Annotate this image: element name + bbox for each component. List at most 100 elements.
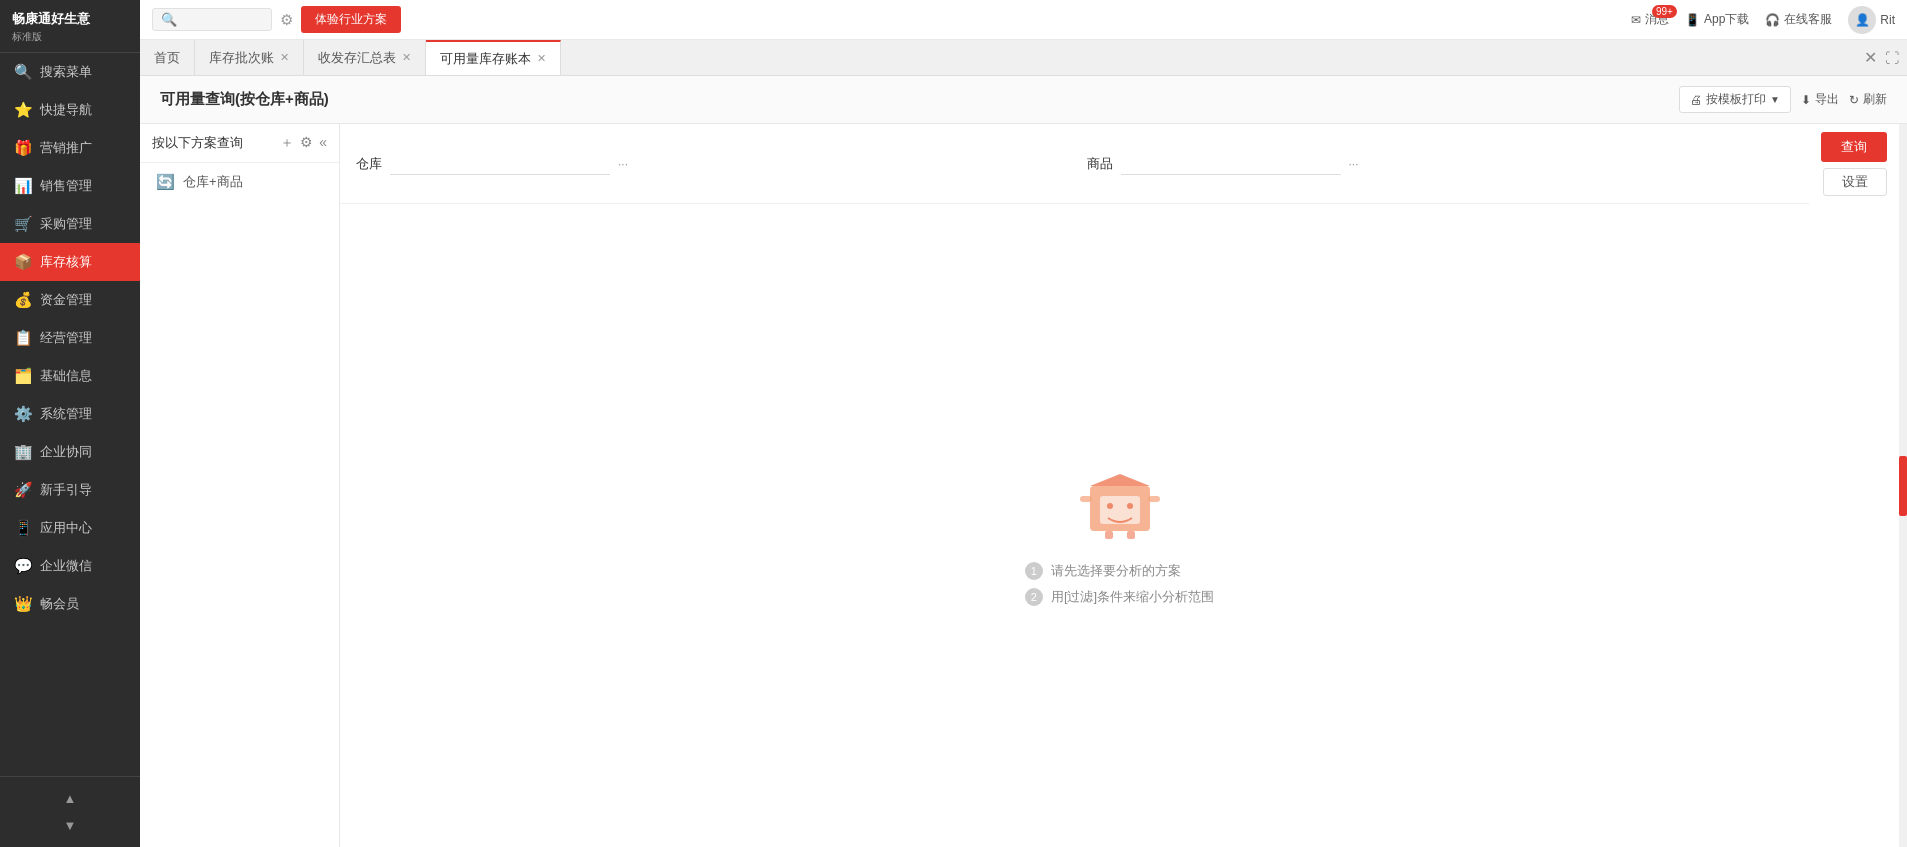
folder-icon: 🗂️ [14, 367, 32, 385]
tab-available-qty[interactable]: 可用量库存账本 ✕ [426, 40, 561, 75]
tab-batch-account-close[interactable]: ✕ [280, 51, 289, 64]
sidebar-item-quick-nav[interactable]: ⭐ 快捷导航 [0, 91, 140, 129]
sidebar-item-purchase[interactable]: 🛒 采购管理 [0, 205, 140, 243]
left-panel: 按以下方案查询 ＋ ⚙ « 🔄 仓库+商品 [140, 124, 340, 847]
sidebar-label-system: 系统管理 [40, 405, 92, 423]
online-service-btn[interactable]: 🎧 在线客服 [1765, 11, 1832, 28]
collapse-panel-btn[interactable]: « [319, 134, 327, 152]
filter-actions-right: 查询 设置 [1809, 124, 1899, 204]
tabs-expand-btn[interactable]: ⛶ [1885, 50, 1899, 66]
topbar-search-input[interactable] [181, 13, 261, 27]
sidebar-scroll-up[interactable]: ▲ [0, 785, 140, 812]
tab-batch-account-label: 库存批次账 [209, 49, 274, 67]
filter-product-more[interactable]: ··· [1349, 157, 1359, 171]
mobile-icon: 📱 [14, 519, 32, 537]
empty-hint-1: 1 请先选择要分析的方案 [1025, 562, 1214, 580]
sidebar-scroll-down[interactable]: ▼ [0, 812, 140, 839]
chart-icon: 📊 [14, 177, 32, 195]
svg-rect-4 [1105, 531, 1113, 539]
app-download-btn[interactable]: 📱 App下载 [1685, 11, 1749, 28]
tab-receive-summary[interactable]: 收发存汇总表 ✕ [304, 40, 426, 75]
sidebar-label-inventory: 库存核算 [40, 253, 92, 271]
sidebar-item-finance[interactable]: 💰 资金管理 [0, 281, 140, 319]
sidebar-item-newbie[interactable]: 🚀 新手引导 [0, 471, 140, 509]
filter-warehouse-more[interactable]: ··· [618, 157, 628, 171]
scheme-item-label: 仓库+商品 [183, 173, 243, 191]
empty-hint-text-2: 用[过滤]条件来缩小分析范围 [1051, 588, 1214, 606]
empty-hint-text-1: 请先选择要分析的方案 [1051, 562, 1181, 580]
online-service-label: 在线客服 [1784, 11, 1832, 28]
filter-warehouse-field: 仓库 ··· [356, 152, 1063, 175]
tab-batch-account[interactable]: 库存批次账 ✕ [195, 40, 304, 75]
sidebar-label-search: 搜索菜单 [40, 63, 92, 81]
clipboard-icon: 📋 [14, 329, 32, 347]
sidebar-item-wechat[interactable]: 💬 企业微信 [0, 547, 140, 585]
print-label: 按模板打印 [1706, 91, 1766, 108]
sidebar-logo: 畅康通好生意 标准版 [0, 0, 140, 53]
chevron-down-icon: ▼ [1770, 94, 1780, 105]
tabs-close-all-btn[interactable]: ✕ [1864, 48, 1877, 67]
logo-title: 畅康通好生意 [12, 10, 128, 28]
sidebar-item-basic-info[interactable]: 🗂️ 基础信息 [0, 357, 140, 395]
print-btn[interactable]: 🖨 按模板打印 ▼ [1679, 86, 1791, 113]
empty-hint-2: 2 用[过滤]条件来缩小分析范围 [1025, 588, 1214, 606]
sidebar-item-app-center[interactable]: 📱 应用中心 [0, 509, 140, 547]
message-badge: 99+ [1652, 5, 1677, 18]
scrollbar-thumb[interactable] [1899, 456, 1907, 516]
sidebar-item-marketing[interactable]: 🎁 营销推广 [0, 129, 140, 167]
user-info[interactable]: 👤 Rit [1848, 6, 1895, 34]
export-btn[interactable]: ⬇ 导出 [1801, 91, 1839, 108]
page-header-actions: 🖨 按模板打印 ▼ ⬇ 导出 ↻ 刷新 [1679, 86, 1887, 113]
sidebar-bottom: ▲ ▼ [0, 776, 140, 847]
sidebar-item-sales[interactable]: 📊 销售管理 [0, 167, 140, 205]
message-icon: ✉ [1631, 13, 1641, 27]
box-icon: 📦 [14, 253, 32, 271]
topbar-search-box[interactable]: 🔍 [152, 8, 272, 31]
tab-receive-summary-close[interactable]: ✕ [402, 51, 411, 64]
sidebar: 畅康通好生意 标准版 🔍 搜索菜单 ⭐ 快捷导航 🎁 营销推广 📊 销售管理 🛒… [0, 0, 140, 847]
tab-home-label: 首页 [154, 49, 180, 67]
filter-product-field: 商品 ··· [1087, 152, 1794, 175]
page-header: 可用量查询(按仓库+商品) 🖨 按模板打印 ▼ ⬇ 导出 ↻ 刷新 [140, 76, 1907, 124]
sidebar-item-search[interactable]: 🔍 搜索菜单 [0, 53, 140, 91]
phone-icon: 📱 [1685, 13, 1700, 27]
sidebar-label-marketing: 营销推广 [40, 139, 92, 157]
sidebar-item-system[interactable]: ⚙️ 系统管理 [0, 395, 140, 433]
filter-product-input[interactable] [1121, 152, 1341, 175]
filter-warehouse-input[interactable] [390, 152, 610, 175]
sidebar-label-purchase: 采购管理 [40, 215, 92, 233]
settings-icon[interactable]: ⚙ [280, 11, 293, 29]
sidebar-item-inventory[interactable]: 📦 库存核算 [0, 243, 140, 281]
svg-rect-7 [1148, 496, 1160, 502]
gift-icon: 🎁 [14, 139, 32, 157]
rocket-icon: 🚀 [14, 481, 32, 499]
search-icon: 🔍 [14, 63, 32, 81]
settings-button[interactable]: 设置 [1823, 168, 1887, 196]
sidebar-scroll: 🔍 搜索菜单 ⭐ 快捷导航 🎁 营销推广 📊 销售管理 🛒 采购管理 📦 库存核… [0, 53, 140, 776]
refresh-btn[interactable]: ↻ 刷新 [1849, 91, 1887, 108]
filter-warehouse-label: 仓库 [356, 155, 382, 173]
message-btn[interactable]: ✉ 消息 99+ [1631, 11, 1669, 28]
content-area: 按以下方案查询 ＋ ⚙ « 🔄 仓库+商品 仓库 [140, 124, 1907, 847]
industry-btn[interactable]: 体验行业方案 [301, 6, 401, 33]
settings-scheme-btn[interactable]: ⚙ [300, 134, 313, 152]
sidebar-item-member[interactable]: 👑 畅会员 [0, 585, 140, 623]
sidebar-item-operations[interactable]: 📋 经营管理 [0, 319, 140, 357]
svg-point-3 [1127, 503, 1133, 509]
topbar: 🔍 ⚙ 体验行业方案 ✉ 消息 99+ 📱 App下载 🎧 在线客服 👤 [140, 0, 1907, 40]
sidebar-label-member: 畅会员 [40, 595, 79, 613]
sidebar-label-operations: 经营管理 [40, 329, 92, 347]
svg-rect-1 [1100, 496, 1140, 524]
tabs-bar: 首页 库存批次账 ✕ 收发存汇总表 ✕ 可用量库存账本 ✕ ✕ ⛶ [140, 40, 1907, 76]
sidebar-item-enterprise[interactable]: 🏢 企业协同 [0, 433, 140, 471]
svg-point-2 [1107, 503, 1113, 509]
sidebar-label-sales: 销售管理 [40, 177, 92, 195]
query-button[interactable]: 查询 [1821, 132, 1887, 162]
scheme-item-warehouse-product[interactable]: 🔄 仓库+商品 [140, 163, 339, 201]
left-panel-actions: ＋ ⚙ « [280, 134, 327, 152]
tab-home[interactable]: 首页 [140, 40, 195, 75]
data-area-empty: 1 请先选择要分析的方案 2 用[过滤]条件来缩小分析范围 [340, 204, 1899, 847]
add-scheme-btn[interactable]: ＋ [280, 134, 294, 152]
tab-available-qty-close[interactable]: ✕ [537, 52, 546, 65]
hint-num-1: 1 [1025, 562, 1043, 580]
